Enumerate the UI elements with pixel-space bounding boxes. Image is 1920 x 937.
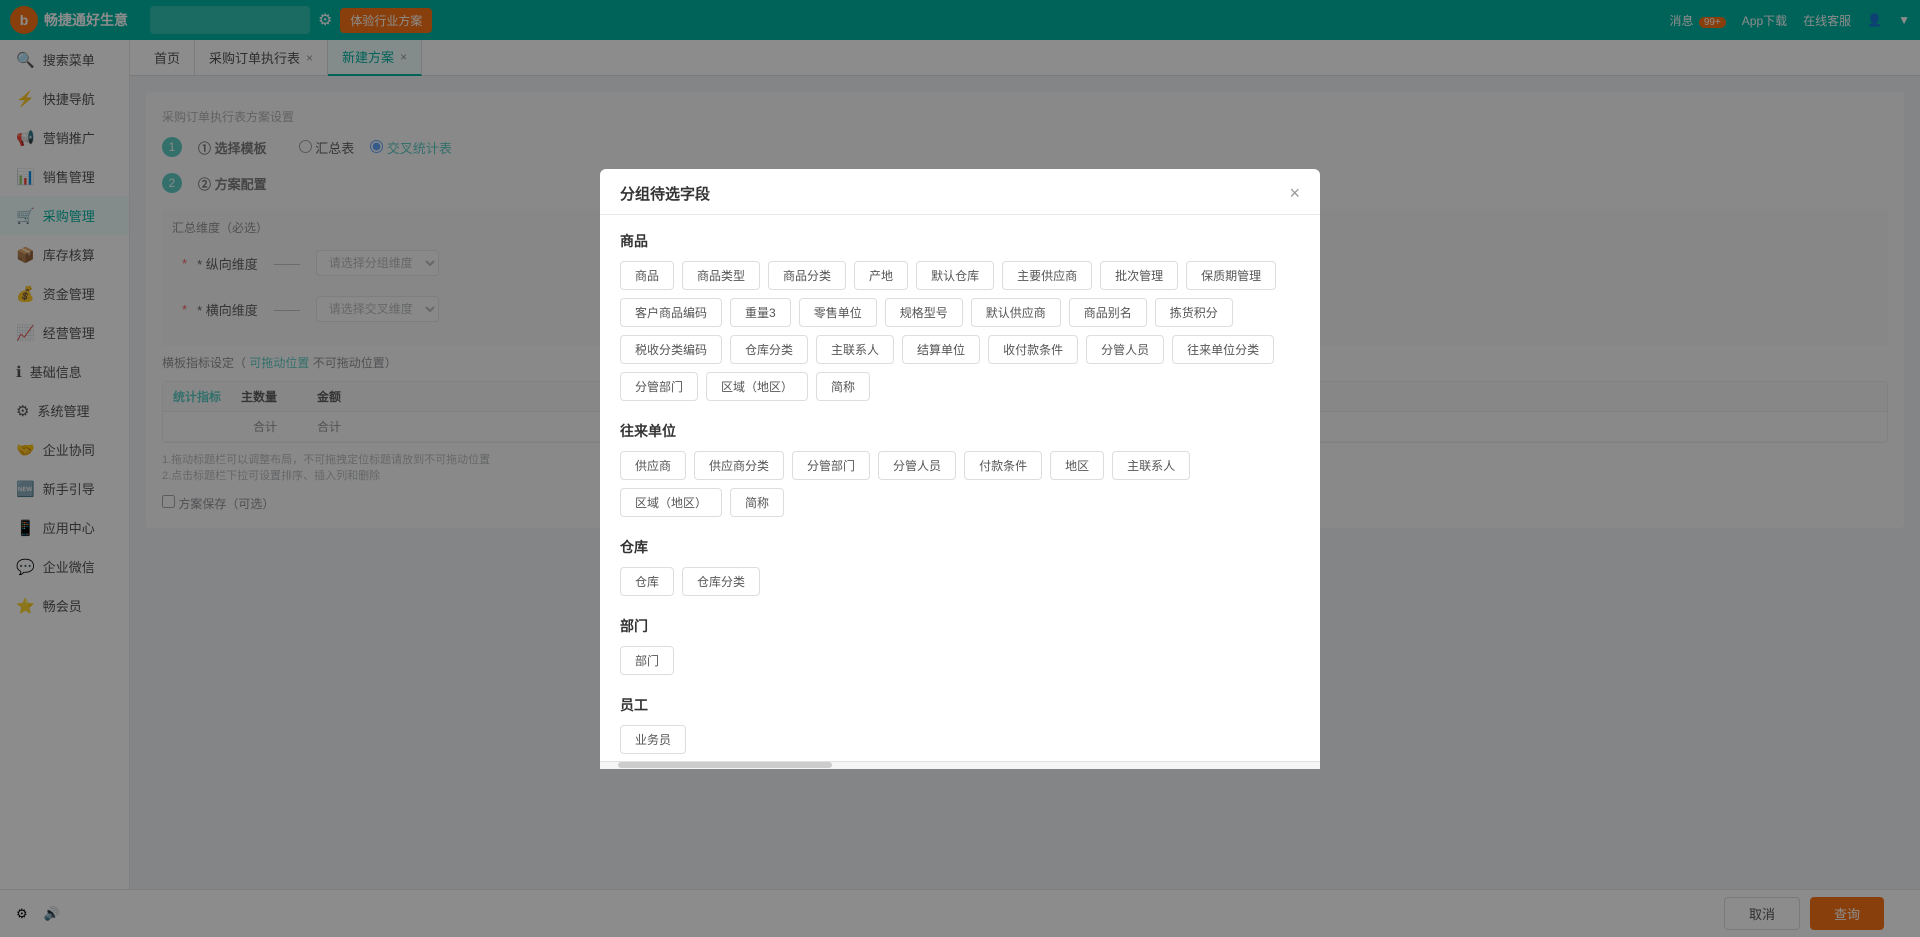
field-tag[interactable]: 客户商品编码 [620,298,722,327]
field-tag[interactable]: 规格型号 [885,298,963,327]
field-tag[interactable]: 供应商 [620,451,686,480]
modal-overlay: 分组待选字段 × 商品 商品 商品类型 商品分类 产地 默认仓库 主要供应商 批… [0,0,1920,937]
product-fields: 商品 商品类型 商品分类 产地 默认仓库 主要供应商 批次管理 保质期管理 客户… [620,261,1300,401]
field-tag[interactable]: 地区 [1050,451,1104,480]
field-group-partner-title: 往来单位 [620,421,1300,441]
field-tag[interactable]: 简称 [730,488,784,517]
field-tag[interactable]: 分管人员 [1086,335,1164,364]
field-tag[interactable]: 分管部门 [620,372,698,401]
field-tag[interactable]: 仓库分类 [682,567,760,596]
partner-fields: 供应商 供应商分类 分管部门 分管人员 付款条件 地区 主联系人 区域（地区） … [620,451,1300,517]
modal-close-button[interactable]: × [1289,183,1300,204]
field-group-employee: 员工 业务员 [620,695,1300,754]
field-tag[interactable]: 税收分类编码 [620,335,722,364]
field-tag[interactable]: 零售单位 [799,298,877,327]
warehouse-fields: 仓库 仓库分类 [620,567,1300,596]
field-tag[interactable]: 保质期管理 [1186,261,1276,290]
modal-title: 分组待选字段 [620,183,710,204]
field-tag[interactable]: 部门 [620,646,674,675]
modal-dialog: 分组待选字段 × 商品 商品 商品类型 商品分类 产地 默认仓库 主要供应商 批… [600,169,1320,769]
modal-horizontal-scrollbar[interactable] [600,761,1320,769]
field-group-warehouse-title: 仓库 [620,537,1300,557]
field-tag[interactable]: 产地 [854,261,908,290]
field-tag[interactable]: 默认仓库 [916,261,994,290]
field-tag[interactable]: 主联系人 [816,335,894,364]
field-tag[interactable]: 批次管理 [1100,261,1178,290]
field-tag[interactable]: 主联系人 [1112,451,1190,480]
field-tag[interactable]: 结算单位 [902,335,980,364]
field-tag[interactable]: 业务员 [620,725,686,754]
field-tag[interactable]: 商品 [620,261,674,290]
field-group-product: 商品 商品 商品类型 商品分类 产地 默认仓库 主要供应商 批次管理 保质期管理… [620,231,1300,401]
field-tag[interactable]: 付款条件 [964,451,1042,480]
field-tag[interactable]: 仓库 [620,567,674,596]
field-group-product-title: 商品 [620,231,1300,251]
field-tag[interactable]: 商品类型 [682,261,760,290]
modal-header: 分组待选字段 × [600,169,1320,215]
field-group-dept-title: 部门 [620,616,1300,636]
field-tag[interactable]: 简称 [816,372,870,401]
field-tag[interactable]: 区域（地区） [706,372,808,401]
field-tag[interactable]: 分管部门 [792,451,870,480]
field-group-dept: 部门 部门 [620,616,1300,675]
field-tag[interactable]: 分管人员 [878,451,956,480]
field-tag[interactable]: 区域（地区） [620,488,722,517]
field-tag[interactable]: 供应商分类 [694,451,784,480]
field-tag[interactable]: 商品别名 [1069,298,1147,327]
field-tag[interactable]: 商品分类 [768,261,846,290]
scrollbar-thumb [618,762,832,768]
modal-body: 商品 商品 商品类型 商品分类 产地 默认仓库 主要供应商 批次管理 保质期管理… [600,215,1320,761]
field-tag[interactable]: 仓库分类 [730,335,808,364]
field-group-partner: 往来单位 供应商 供应商分类 分管部门 分管人员 付款条件 地区 主联系人 区域… [620,421,1300,517]
field-tag[interactable]: 重量3 [730,298,791,327]
field-tag[interactable]: 拣货积分 [1155,298,1233,327]
field-tag[interactable]: 收付款条件 [988,335,1078,364]
dept-fields: 部门 [620,646,1300,675]
employee-fields: 业务员 [620,725,1300,754]
field-group-warehouse: 仓库 仓库 仓库分类 [620,537,1300,596]
field-group-employee-title: 员工 [620,695,1300,715]
field-tag[interactable]: 往来单位分类 [1172,335,1274,364]
field-tag[interactable]: 主要供应商 [1002,261,1092,290]
field-tag[interactable]: 默认供应商 [971,298,1061,327]
